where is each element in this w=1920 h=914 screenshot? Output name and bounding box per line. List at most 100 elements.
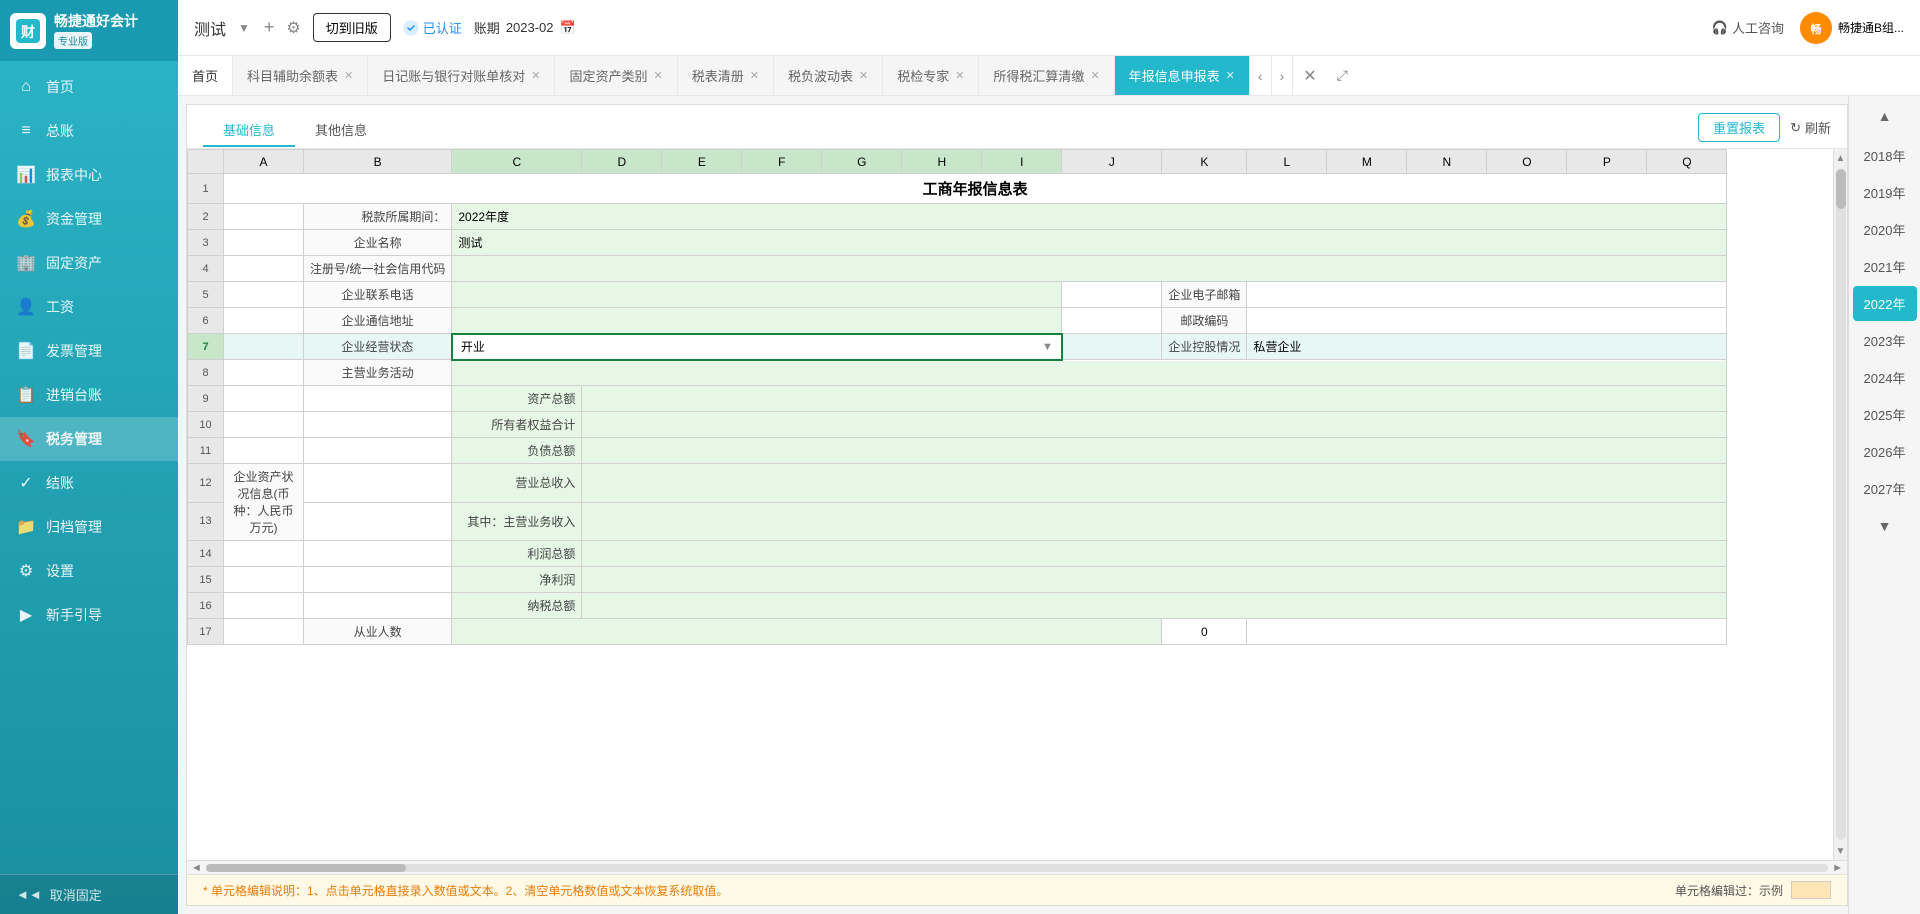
tab-close-icon[interactable]: ✕ bbox=[531, 69, 540, 82]
switch-version-button[interactable]: 切到旧版 bbox=[313, 13, 391, 42]
tab-close-icon[interactable]: ✕ bbox=[654, 69, 663, 82]
tab-close-icon[interactable]: ✕ bbox=[1226, 69, 1235, 82]
tab-5[interactable]: 税负波动表 ✕ bbox=[774, 56, 883, 95]
sidebar-item-报表中心[interactable]: 📊报表中心 bbox=[0, 153, 178, 197]
tab-close-icon[interactable]: ✕ bbox=[1090, 69, 1099, 82]
scroll-up-button[interactable]: ▲ bbox=[1834, 151, 1848, 165]
col-header-d[interactable]: D bbox=[582, 150, 662, 174]
hscroll-thumb[interactable] bbox=[206, 864, 406, 872]
sub-tab-其他信息[interactable]: 其他信息 bbox=[295, 114, 387, 147]
sidebar-item-设置[interactable]: ⚙设置 bbox=[0, 549, 178, 593]
user-menu[interactable]: 畅 畅捷通B组... bbox=[1800, 12, 1904, 44]
tab-3[interactable]: 固定资产类别✕ bbox=[555, 56, 677, 95]
year-item-2023年[interactable]: 2023年 bbox=[1853, 323, 1917, 358]
scroll-down-button[interactable]: ▼ bbox=[1834, 844, 1848, 858]
scroll-track[interactable] bbox=[1836, 169, 1846, 840]
reset-button[interactable]: 重置报表 bbox=[1698, 113, 1780, 142]
sidebar: 财 畅捷通好会计 专业版 ⌂首页≡总账📊报表中心💰资金管理🏢固定资产👤工资📄发票… bbox=[0, 0, 178, 914]
tab-label: 日记账与银行对账单核对 bbox=[382, 66, 525, 85]
year-item-2020年[interactable]: 2020年 bbox=[1853, 212, 1917, 247]
refresh-button[interactable]: ↻ 刷新 bbox=[1790, 118, 1831, 137]
add-tab-button[interactable]: + bbox=[264, 17, 275, 38]
consult-button[interactable]: 🎧 人工咨询 bbox=[1712, 18, 1784, 37]
sidebar-label: 首页 bbox=[46, 77, 74, 97]
col-header-n[interactable]: N bbox=[1407, 150, 1487, 174]
col-header-f[interactable]: F bbox=[742, 150, 822, 174]
col-header-a[interactable]: A bbox=[224, 150, 304, 174]
sidebar-item-工资[interactable]: 👤工资 bbox=[0, 285, 178, 329]
sidebar-item-资金管理[interactable]: 💰资金管理 bbox=[0, 197, 178, 241]
tab-next-button[interactable]: › bbox=[1272, 56, 1294, 95]
year-item-2021年[interactable]: 2021年 bbox=[1853, 249, 1917, 284]
sidebar-item-固定资产[interactable]: 🏢固定资产 bbox=[0, 241, 178, 285]
sidebar-item-首页[interactable]: ⌂首页 bbox=[0, 65, 178, 109]
sidebar-collapse-btn[interactable]: ◄◄ 取消固定 bbox=[0, 874, 178, 914]
tab-close-icon[interactable]: ✕ bbox=[859, 69, 868, 82]
col-header-b[interactable]: B bbox=[304, 150, 452, 174]
year-item-2026年[interactable]: 2026年 bbox=[1853, 434, 1917, 469]
col-header-m[interactable]: M bbox=[1327, 150, 1407, 174]
tab-close-icon[interactable]: ✕ bbox=[955, 69, 964, 82]
spreadsheet-wrapper[interactable]: A B C D E F G H I J K L bbox=[187, 149, 1833, 860]
col-header-i[interactable]: I bbox=[982, 150, 1062, 174]
col-header-e[interactable]: E bbox=[662, 150, 742, 174]
tab-prev-button[interactable]: ‹ bbox=[1250, 56, 1272, 95]
sidebar-item-进销台账[interactable]: 📋进销台账 bbox=[0, 373, 178, 417]
scroll-left-icon[interactable]: ◄ bbox=[191, 862, 202, 874]
year-item-2019年[interactable]: 2019年 bbox=[1853, 175, 1917, 210]
sidebar-item-发票管理[interactable]: 📄发票管理 bbox=[0, 329, 178, 373]
tab-7[interactable]: 所得税汇算清缴✕ bbox=[979, 56, 1114, 95]
hscroll-track[interactable] bbox=[206, 864, 1828, 872]
year-item-2025年[interactable]: 2025年 bbox=[1853, 397, 1917, 432]
table-row: 8 主营业务活动 bbox=[188, 360, 1727, 386]
year-item-2027年[interactable]: 2027年 bbox=[1853, 471, 1917, 506]
sub-tab-基础信息[interactable]: 基础信息 bbox=[203, 114, 295, 147]
horizontal-scrollbar[interactable]: ◄ ► bbox=[187, 860, 1847, 874]
tab-2[interactable]: 日记账与银行对账单核对 ✕ bbox=[368, 56, 555, 95]
tab-6[interactable]: 税检专家✕ bbox=[883, 56, 979, 95]
col-header-rownum bbox=[188, 150, 224, 174]
sidebar-label: 工资 bbox=[46, 297, 74, 317]
col-header-h[interactable]: H bbox=[902, 150, 982, 174]
calendar-icon[interactable]: 📅 bbox=[560, 20, 576, 36]
sidebar-item-总账[interactable]: ≡总账 bbox=[0, 109, 178, 153]
sidebar-icon: ⚙ bbox=[16, 561, 36, 581]
scroll-right-icon[interactable]: ► bbox=[1832, 862, 1843, 874]
sidebar-item-税务管理[interactable]: 🔖税务管理 bbox=[0, 417, 178, 461]
tab-close-icon[interactable]: ✕ bbox=[344, 69, 353, 82]
settings-icon[interactable]: ⚙ bbox=[286, 18, 300, 38]
col-header-c[interactable]: C bbox=[452, 150, 582, 174]
year-item-2018年[interactable]: 2018年 bbox=[1853, 138, 1917, 173]
col-header-o[interactable]: O bbox=[1487, 150, 1567, 174]
tab-8[interactable]: 年报信息申报表✕ bbox=[1115, 56, 1250, 95]
year-item-2022年[interactable]: 2022年 bbox=[1853, 286, 1917, 321]
company-dropdown-icon[interactable]: ▼ bbox=[238, 21, 250, 35]
year-item-2024年[interactable]: 2024年 bbox=[1853, 360, 1917, 395]
sidebar-icon: 📄 bbox=[16, 341, 36, 361]
col-header-p[interactable]: P bbox=[1567, 150, 1647, 174]
col-header-q[interactable]: Q bbox=[1647, 150, 1727, 174]
sidebar-item-新手引导[interactable]: ▶新手引导 bbox=[0, 593, 178, 637]
sidebar-item-归档管理[interactable]: 📁归档管理 bbox=[0, 505, 178, 549]
sidebar-label: 进销台账 bbox=[46, 385, 102, 405]
tab-label: 科目辅助余额表 bbox=[247, 66, 338, 85]
year-scroll-up[interactable]: ▲ bbox=[1871, 102, 1899, 130]
tab-1[interactable]: 科目辅助余额表 ✕ bbox=[233, 56, 368, 95]
col-header-k[interactable]: K bbox=[1162, 150, 1247, 174]
col-header-l[interactable]: L bbox=[1247, 150, 1327, 174]
sidebar-item-结账[interactable]: ✓结账 bbox=[0, 461, 178, 505]
tab-close-icon[interactable]: ✕ bbox=[750, 69, 759, 82]
col-header-g[interactable]: G bbox=[822, 150, 902, 174]
avatar: 畅 bbox=[1800, 12, 1832, 44]
year-scroll-down[interactable]: ▼ bbox=[1871, 512, 1899, 540]
tab-4[interactable]: 税表清册✕ bbox=[678, 56, 774, 95]
tab-expand-button[interactable]: ⤢ bbox=[1327, 56, 1358, 95]
vertical-scrollbar[interactable]: ▲ ▼ bbox=[1833, 149, 1847, 860]
col-header-j[interactable]: J bbox=[1062, 150, 1162, 174]
tab-close-all-button[interactable]: ✕ bbox=[1293, 56, 1326, 95]
tab-label: 税负波动表 bbox=[788, 66, 853, 85]
tab-0[interactable]: 首页 bbox=[178, 56, 233, 95]
scroll-thumb[interactable] bbox=[1836, 169, 1846, 209]
sidebar-logo: 财 畅捷通好会计 专业版 bbox=[0, 0, 178, 61]
sheet-container: 基础信息其他信息 重置报表 ↻ 刷新 A bbox=[186, 104, 1848, 906]
